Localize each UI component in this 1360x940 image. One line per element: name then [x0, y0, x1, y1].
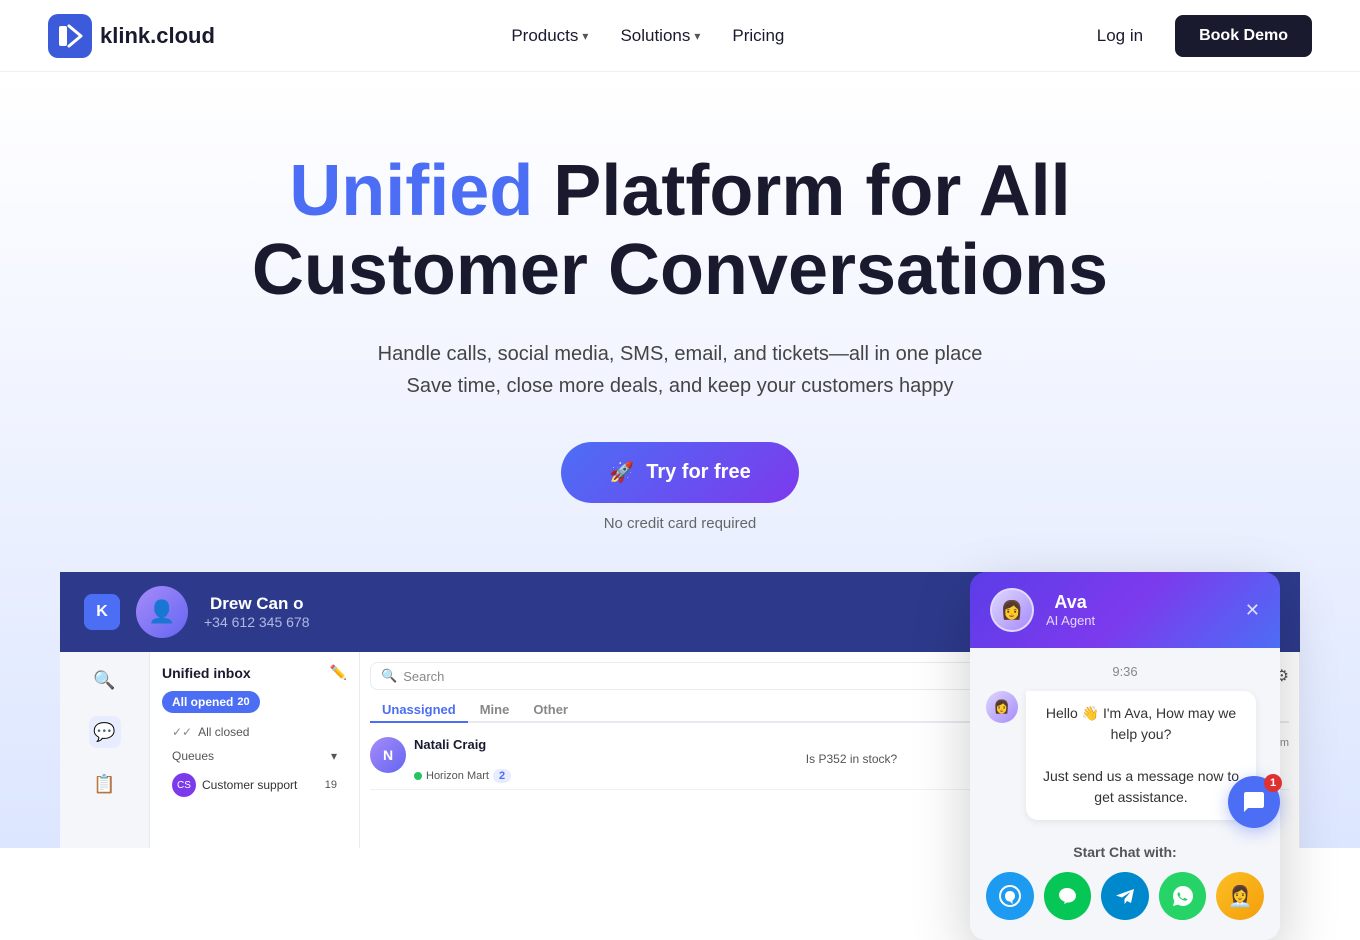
search-placeholder: Search	[403, 669, 444, 684]
chat-header: 👩 Ava AI Agent ✕	[970, 572, 1280, 648]
all-closed-label: All closed	[198, 725, 249, 739]
customer-support-count: 19	[325, 779, 337, 791]
book-demo-button[interactable]: Book Demo	[1175, 15, 1312, 57]
message-badge: 2	[493, 769, 511, 783]
chat-bubble: Hello 👋 I'm Ava, How may we help you? Ju…	[1026, 691, 1256, 820]
message-avatar: N	[370, 737, 406, 773]
queues-label: Queues	[172, 749, 214, 763]
agent-avatar-inner: 👩‍💼	[1216, 872, 1264, 920]
nav-solutions[interactable]: Solutions ▾	[620, 18, 700, 54]
customer-support-avatar: CS	[172, 773, 196, 797]
filter-opened-count: 20	[237, 696, 249, 708]
chat-timestamp: 9:36	[986, 664, 1264, 679]
caller-phone: +34 612 345 678	[204, 614, 310, 630]
brand-name: klink.cloud	[100, 23, 215, 49]
inbox-title: Unified inbox	[162, 665, 251, 681]
search-sidebar-icon[interactable]: 🔍	[89, 664, 121, 696]
chat-start-label: Start Chat with:	[986, 844, 1264, 860]
chat-bubble-avatar: 👩	[986, 691, 1018, 723]
hero-section: Unified Platform for All Customer Conver…	[0, 72, 1360, 848]
no-credit-card-text: No credit card required	[604, 515, 757, 532]
tab-other[interactable]: Other	[521, 698, 580, 721]
whatsapp-channel-icon[interactable]	[1159, 872, 1207, 920]
hero-cta-wrap: 🚀 Try for free No credit card required	[20, 442, 1340, 532]
k-logo-icon: K	[84, 594, 120, 630]
hero-title-accent: Unified	[289, 151, 533, 231]
try-for-free-button[interactable]: 🚀 Try for free	[561, 442, 798, 503]
chat-sub-greeting: Just send us a message now to get assist…	[1043, 768, 1239, 805]
nav-solutions-label: Solutions	[620, 26, 690, 46]
chat-agent-avatar-inner: 👩	[992, 590, 1032, 630]
chat-header-left: 👩 Ava AI Agent	[990, 588, 1095, 632]
nav-right: Log in Book Demo	[1081, 15, 1312, 57]
nav-pricing-label: Pricing	[732, 26, 784, 46]
rocket-icon: 🚀	[609, 460, 634, 485]
tab-mine[interactable]: Mine	[468, 698, 522, 721]
cta-label: Try for free	[646, 461, 750, 484]
search-icon: 🔍	[381, 668, 397, 684]
caller-avatar-inner: 👤	[136, 586, 188, 638]
chat-agent-info: Ava AI Agent	[1046, 592, 1095, 628]
products-chevron-icon: ▾	[582, 29, 588, 43]
hero-subtitle: Handle calls, social media, SMS, email, …	[360, 338, 1000, 402]
message-tag-name: Horizon Mart	[426, 770, 489, 782]
inbox-title-row: Unified inbox ✏️	[162, 664, 347, 681]
telegram-channel-icon[interactable]	[1101, 872, 1149, 920]
login-button[interactable]: Log in	[1081, 18, 1159, 54]
tab-unassigned[interactable]: Unassigned	[370, 698, 468, 723]
chat-agent-avatar: 👩	[990, 588, 1034, 632]
hero-subtitle-line2: Save time, close more deals, and keep yo…	[407, 375, 954, 397]
edit-icon[interactable]: ✏️	[330, 664, 347, 681]
filter-opened[interactable]: All opened 20	[162, 691, 260, 713]
all-closed-row[interactable]: ✓✓ All closed	[162, 721, 347, 743]
chat-agent-name: Ava	[1046, 592, 1095, 613]
chat-channel-icons: 👩‍💼	[986, 872, 1264, 920]
navigation: klink.cloud Products ▾ Solutions ▾ Prici…	[0, 0, 1360, 72]
customer-support-name: Customer support	[202, 778, 297, 792]
chat-greeting: Hello 👋 I'm Ava, How may we help you?	[1046, 705, 1236, 742]
logo-icon	[48, 14, 92, 58]
filter-opened-label: All opened	[172, 695, 233, 709]
nav-pricing[interactable]: Pricing	[732, 18, 784, 54]
nav-products[interactable]: Products ▾	[511, 18, 588, 54]
chat-bubble-wrap: 👩 Hello 👋 I'm Ava, How may we help you? …	[986, 691, 1264, 820]
agent-channel-icon[interactable]: 👩‍💼	[1216, 872, 1264, 920]
chatwoot-channel-icon[interactable]	[986, 872, 1034, 920]
solutions-chevron-icon: ▾	[694, 29, 700, 43]
inbox-left-panel: Unified inbox ✏️ All opened 20 ✓✓ All cl…	[150, 652, 360, 848]
message-sender-name: Natali Craig	[414, 737, 486, 752]
customer-support-row[interactable]: CS Customer support 19	[162, 769, 347, 801]
demo-area: K 👤 Drew Can o +34 612 345 678 Ringing ○…	[60, 572, 1300, 848]
inbox-filter-row: All opened 20	[162, 691, 347, 713]
tag-dot-icon	[414, 772, 422, 780]
check-icon: ✓✓	[172, 725, 192, 739]
logo[interactable]: klink.cloud	[48, 14, 215, 58]
chat-close-icon[interactable]: ✕	[1245, 600, 1260, 621]
chat-launcher[interactable]: 1	[1228, 776, 1280, 828]
nav-products-label: Products	[511, 26, 578, 46]
caller-name: Drew Can o	[204, 594, 310, 614]
hero-title: Unified Platform for All Customer Conver…	[230, 152, 1130, 310]
chat-widget: 👩 Ava AI Agent ✕ 9:36 👩 Hello 👋 I'm Ava,…	[970, 572, 1280, 940]
chat-start-section: Start Chat with:	[986, 832, 1264, 924]
chat-agent-role: AI Agent	[1046, 613, 1095, 628]
notes-sidebar-icon[interactable]: 📋	[89, 768, 121, 800]
hero-subtitle-line1: Handle calls, social media, SMS, email, …	[378, 343, 983, 365]
caller-info: Drew Can o +34 612 345 678	[204, 594, 310, 630]
queues-row[interactable]: Queues ▾	[162, 743, 347, 769]
inbox-sidebar-icon[interactable]: 💬	[89, 716, 121, 748]
queues-chevron-icon: ▾	[331, 749, 337, 763]
nav-center: Products ▾ Solutions ▾ Pricing	[511, 18, 784, 54]
line-channel-icon[interactable]	[1044, 872, 1092, 920]
calling-left: K 👤 Drew Can o +34 612 345 678	[84, 586, 310, 638]
inbox-sidebar: 🔍 💬 📋	[60, 652, 150, 848]
caller-avatar: 👤	[136, 586, 188, 638]
